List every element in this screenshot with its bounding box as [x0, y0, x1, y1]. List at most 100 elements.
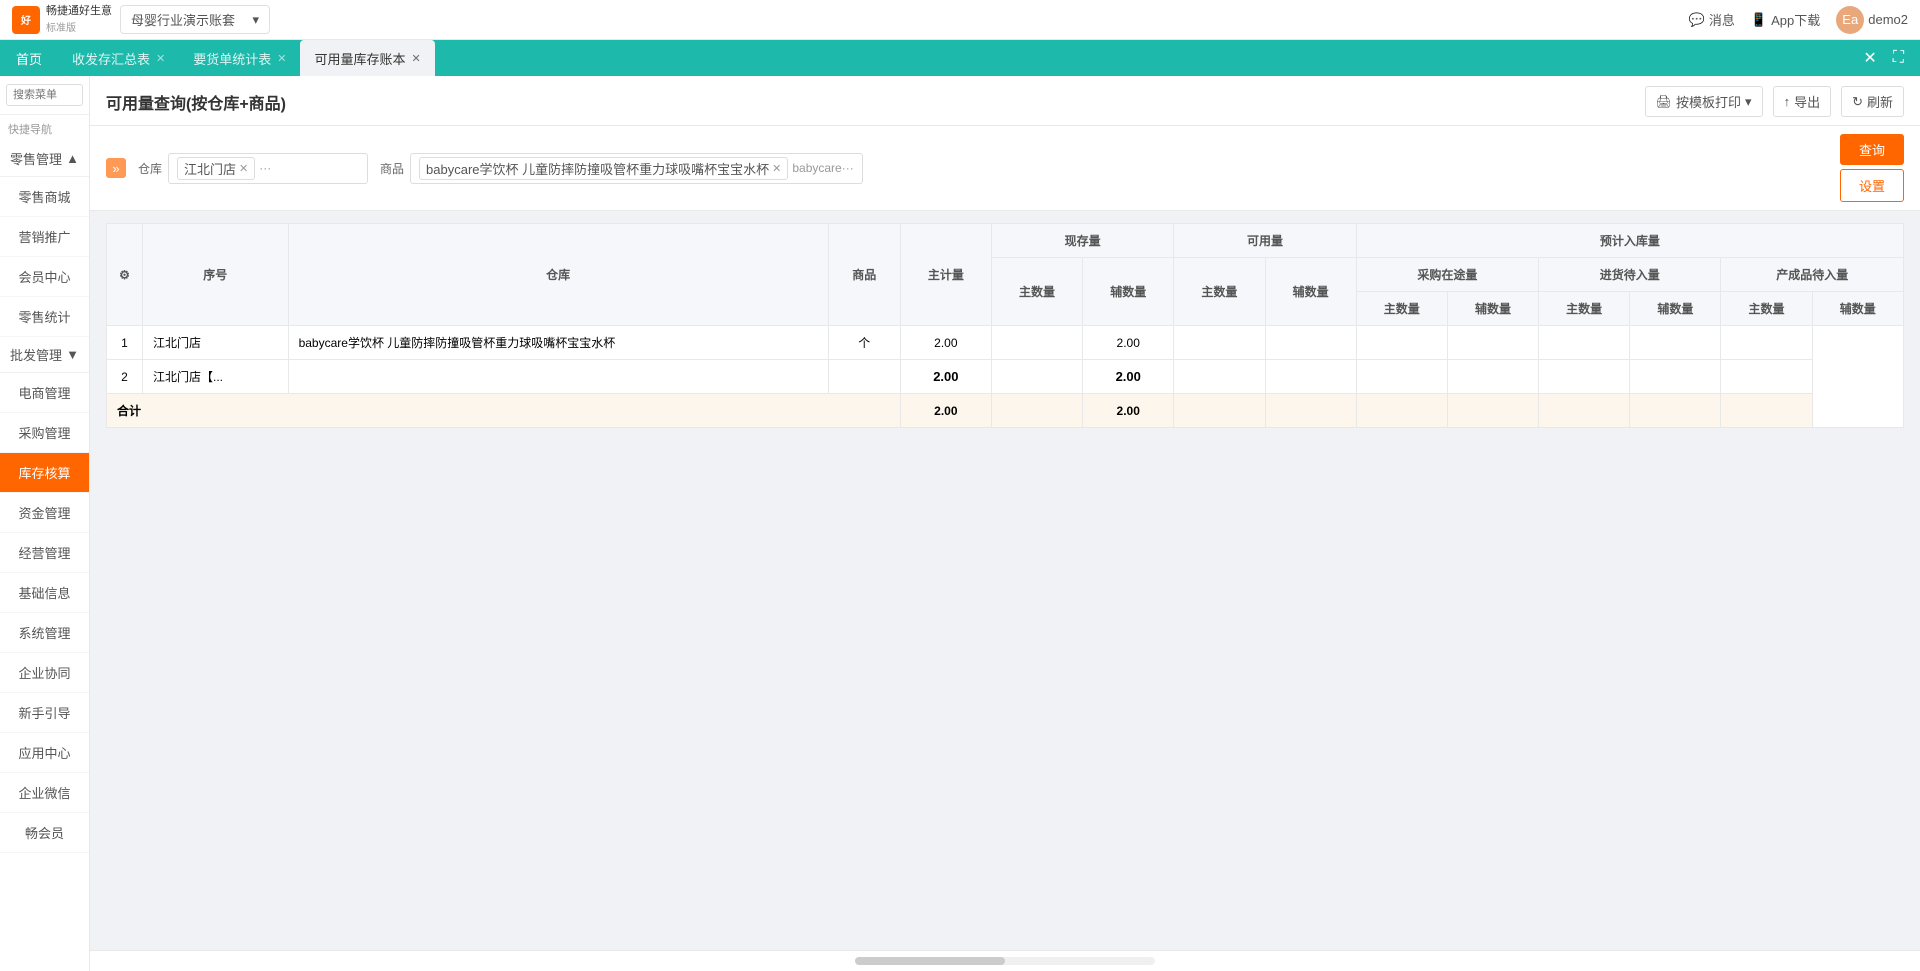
top-bar-right: 💬 消息 📱 App下载 Ea demo2 [1689, 6, 1908, 34]
sidebar-item-enterprise-collab[interactable]: 企业协同 [0, 653, 89, 693]
warehouse-tag[interactable]: 江北门店 ✕ [177, 157, 255, 180]
enterprise-wechat-label: 企业微信 [18, 783, 70, 802]
content-area: 可用量查询(按仓库+商品) 🖨 按模板打印 ▾ ↑ 导出 ↻ 刷新 [90, 76, 1920, 971]
refresh-icon: ↻ [1852, 94, 1863, 110]
sidebar-item-wholesale-mgmt[interactable]: 批发管理 ▼ [0, 337, 89, 373]
col-current-stock-header: 现存量 [991, 224, 1173, 258]
fullscreen-icon[interactable]: ⛶ [1885, 49, 1912, 67]
sidebar-item-inventory-check[interactable]: 库存核算 [0, 453, 89, 493]
new-guide-label: 新手引导 [18, 703, 70, 722]
export-icon: ↑ [1784, 94, 1791, 109]
warehouse-tag-text: 江北门店 [184, 159, 236, 178]
scrollbar-thumb[interactable] [855, 957, 1005, 965]
sidebar-item-enterprise-wechat[interactable]: 企业微信 [0, 773, 89, 813]
basic-info-label: 基础信息 [18, 583, 70, 602]
avatar: Ea [1836, 6, 1864, 34]
sidebar-item-retail-stats[interactable]: 零售统计 [0, 297, 89, 337]
message-label: 消息 [1709, 10, 1735, 29]
retail-mall-label: 零售商城 [18, 187, 70, 206]
col-avail-main-header: 主数量 [1174, 258, 1265, 326]
top-bar: 好 畅捷通好生意 标准版 母婴行业演示账套 ▾ 💬 消息 📱 App下载 Ea … [0, 0, 1920, 40]
warehouse-more[interactable]: ··· [259, 161, 271, 175]
close-all-icon[interactable]: ✕ [1855, 48, 1884, 68]
tab-home[interactable]: 首页 [0, 40, 58, 76]
row1-stock-main: 2.00 [900, 326, 991, 360]
tab-order-stats-close[interactable]: ✕ [277, 52, 286, 65]
sidebar-search-area [0, 76, 89, 115]
goods-tag-close[interactable]: ✕ [772, 162, 781, 175]
industry-selector[interactable]: 母婴行业演示账套 ▾ [120, 5, 270, 34]
sidebar-item-operations-mgmt[interactable]: 经营管理 [0, 533, 89, 573]
summary-pt-main [1265, 394, 1356, 428]
row1-goods: babycare学饮杯 儿童防摔防撞吸管杯重力球吸嘴杯宝宝水杯 [288, 326, 828, 360]
col-stock-aux-header: 辅数量 [1083, 258, 1174, 326]
home-label: 首页 [16, 49, 42, 68]
row1-pp-main [1630, 326, 1721, 360]
user-menu[interactable]: Ea demo2 [1836, 6, 1908, 34]
sidebar-item-ecommerce[interactable]: 电商管理 [0, 373, 89, 413]
sidebar-item-retail-mgmt[interactable]: 零售管理 ▲ [0, 141, 89, 177]
page-header: 可用量查询(按仓库+商品) 🖨 按模板打印 ▾ ↑ 导出 ↻ 刷新 [90, 76, 1920, 126]
query-button[interactable]: 查询 [1840, 134, 1904, 165]
refresh-button[interactable]: ↻ 刷新 [1841, 86, 1904, 117]
tab-receivable[interactable]: 收发存汇总表 ✕ [58, 40, 179, 76]
logo-sub: 标准版 [46, 19, 112, 34]
sidebar-item-finance-mgmt[interactable]: 资金管理 [0, 493, 89, 533]
filter-actions: 查询 设置 [1840, 134, 1904, 202]
col-product-pending-header: 产成品待入量 [1721, 258, 1904, 292]
goods-more[interactable]: babycare··· [792, 161, 853, 175]
message-button[interactable]: 💬 消息 [1689, 10, 1735, 29]
row1-pp-aux [1721, 326, 1812, 360]
chevron-down-icon: ▾ [252, 12, 259, 28]
tab-available-inventory-close[interactable]: ✕ [412, 52, 421, 65]
warehouse-tag-close[interactable]: ✕ [239, 162, 248, 175]
goods-tag-group[interactable]: babycare学饮杯 儿童防摔防撞吸管杯重力球吸嘴杯宝宝水杯 ✕ babyca… [410, 153, 863, 184]
sidebar-item-new-guide[interactable]: 新手引导 [0, 693, 89, 733]
scrollbar-track[interactable] [855, 957, 1155, 965]
table-area: ⚙ 序号 仓库 商品 主计量 现存量 可用量 预计入库量 主数量 辅数量 主数量… [90, 211, 1920, 950]
sidebar-item-marketing[interactable]: 营销推广 [0, 217, 89, 257]
table-row: 1 江北门店 babycare学饮杯 儿童防摔防撞吸管杯重力球吸嘴杯宝宝水杯 个… [107, 326, 1904, 360]
tab-order-stats[interactable]: 要货单统计表 ✕ [179, 40, 300, 76]
sidebar-item-basic-info[interactable]: 基础信息 [0, 573, 89, 613]
chevron-icon: ▲ [66, 151, 79, 166]
sidebar-item-member-vip[interactable]: 畅会员 [0, 813, 89, 853]
sidebar-nav-label[interactable]: 快捷导航 [0, 115, 89, 141]
row2-no: 2 [107, 360, 143, 394]
col-main-unit-header: 主计量 [900, 224, 991, 326]
sidebar-item-retail-mall[interactable]: 零售商城 [0, 177, 89, 217]
warehouse-tag-group[interactable]: 江北门店 ✕ ··· [168, 153, 368, 184]
col-settings-header[interactable]: ⚙ [107, 224, 143, 326]
row1-pt-aux [1356, 326, 1447, 360]
sidebar-item-app-center[interactable]: 应用中心 [0, 733, 89, 773]
col-purchase-transit-header: 采购在途量 [1356, 258, 1538, 292]
sidebar-item-purchase-mgmt[interactable]: 采购管理 [0, 413, 89, 453]
search-input[interactable] [6, 84, 83, 106]
tab-available-inventory[interactable]: 可用量库存账本 ✕ [300, 40, 434, 76]
data-table: ⚙ 序号 仓库 商品 主计量 现存量 可用量 预计入库量 主数量 辅数量 主数量… [106, 223, 1904, 428]
row1-ip-aux [1539, 326, 1630, 360]
purchase-mgmt-label: 采购管理 [18, 423, 70, 442]
col-stock-main-header: 主数量 [991, 258, 1082, 326]
table-row: 2 江北门店【... 2.00 2.00 [107, 360, 1904, 394]
print-button[interactable]: 🖨 按模板打印 ▾ [1645, 86, 1763, 117]
col-warehouse-header: 仓库 [288, 224, 828, 326]
sidebar-item-member-center[interactable]: 会员中心 [0, 257, 89, 297]
member-center-label: 会员中心 [18, 267, 70, 286]
tab-receivable-close[interactable]: ✕ [156, 52, 165, 65]
logo-text: 畅捷通好生意 [46, 5, 112, 18]
top-bar-left: 好 畅捷通好生意 标准版 母婴行业演示账套 ▾ [12, 5, 270, 34]
warehouse-label: 仓库 [138, 160, 162, 177]
sidebar-item-system-mgmt[interactable]: 系统管理 [0, 613, 89, 653]
row2-stock-main: 2.00 [900, 360, 991, 394]
app-download-button[interactable]: 📱 App下载 [1751, 10, 1820, 29]
settings-button[interactable]: 设置 [1840, 169, 1904, 202]
expand-button[interactable]: » [106, 158, 126, 178]
wholesale-mgmt-label: 批发管理 [10, 345, 62, 364]
goods-tag[interactable]: babycare学饮杯 儿童防摔防撞吸管杯重力球吸嘴杯宝宝水杯 ✕ [419, 157, 788, 180]
row2-pp-main [1630, 360, 1721, 394]
retail-mgmt-label: 零售管理 [10, 149, 62, 168]
row2-warehouse: 江北门店【... [143, 360, 289, 394]
row1-pt-main [1265, 326, 1356, 360]
export-button[interactable]: ↑ 导出 [1773, 86, 1832, 117]
